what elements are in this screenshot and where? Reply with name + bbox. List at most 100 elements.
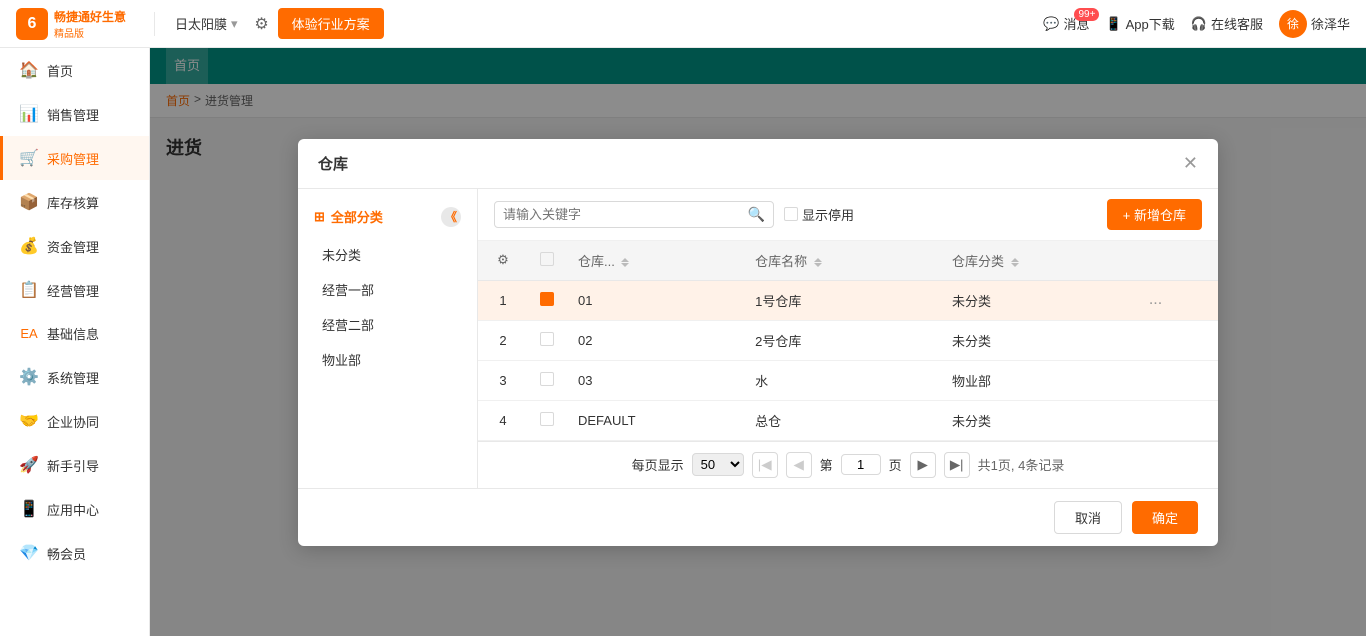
- sidebar-item-guide[interactable]: 🚀 新手引导: [0, 443, 149, 487]
- modal-header: 仓库 ✕: [298, 139, 1218, 189]
- row-category: 未分类: [940, 400, 1137, 440]
- row-checkbox-cell[interactable]: [528, 400, 566, 440]
- sidebar-item-purchase[interactable]: 🛒 采购管理: [0, 136, 149, 180]
- row-checkbox[interactable]: [540, 372, 554, 386]
- inventory-icon: 📦: [19, 192, 39, 212]
- user-item[interactable]: 徐 徐泽华: [1279, 10, 1350, 38]
- table-header: ⚙ 仓库... 仓库名称: [478, 241, 1218, 281]
- modal-footer: 取消 确定: [298, 488, 1218, 546]
- sidebar-item-operations[interactable]: 📋 经营管理: [0, 268, 149, 312]
- avatar: 徐: [1279, 10, 1307, 38]
- add-warehouse-button[interactable]: + 新增仓库: [1107, 199, 1202, 230]
- settings-icon[interactable]: ⚙: [246, 8, 278, 40]
- online-service-item[interactable]: 🎧 在线客服: [1191, 14, 1263, 33]
- next-page-button[interactable]: ▶: [910, 452, 936, 478]
- table: ⚙ 仓库... 仓库名称: [478, 241, 1218, 441]
- logo: 6 畅捷通好生意 精品版: [16, 8, 126, 40]
- modal-category-sidebar: ⊞ 全部分类 《 未分类 经营一部 经营二部: [298, 189, 478, 488]
- sidebar-item-app[interactable]: 📱 应用中心: [0, 487, 149, 531]
- show-disabled-label[interactable]: 显示停用: [784, 205, 854, 224]
- guide-icon: 🚀: [19, 455, 39, 475]
- th-name-label: 仓库名称: [755, 254, 807, 269]
- header: 6 畅捷通好生意 精品版 日太阳膜 ▾ ⚙ 体验行业方案 💬 消息 99+ 📱 …: [0, 0, 1366, 48]
- cancel-button[interactable]: 取消: [1054, 501, 1122, 534]
- category-label-property: 物业部: [322, 353, 361, 368]
- row-num: 2: [478, 320, 528, 360]
- category-item-property[interactable]: 物业部: [298, 342, 477, 377]
- notifications-item[interactable]: 💬 消息 99+: [1043, 14, 1089, 33]
- category-item-unclassified[interactable]: 未分类: [298, 237, 477, 272]
- row-checkbox[interactable]: [540, 332, 554, 346]
- sidebar-item-member[interactable]: 💎 畅会员: [0, 531, 149, 575]
- sidebar-label-system: 系统管理: [47, 368, 99, 387]
- collapse-button[interactable]: 《: [441, 207, 461, 227]
- logo-icon: 6: [16, 8, 48, 40]
- modal-title: 仓库: [318, 153, 348, 174]
- store-selector[interactable]: 日太阳膜 ▾: [167, 10, 246, 37]
- more-actions-button[interactable]: ...: [1149, 291, 1162, 308]
- table-row[interactable]: 2 02 2号仓库 未分类: [478, 320, 1218, 360]
- th-code: 仓库...: [566, 241, 743, 281]
- sidebar-label-member: 畅会员: [47, 544, 86, 563]
- search-input-wrap[interactable]: 🔍: [494, 201, 774, 228]
- sidebar-item-basic-info[interactable]: EA 基础信息: [0, 312, 149, 355]
- row-checkbox[interactable]: [540, 292, 554, 306]
- sidebar-item-sales[interactable]: 📊 销售管理: [0, 92, 149, 136]
- sidebar-item-inventory[interactable]: 📦 库存核算: [0, 180, 149, 224]
- modal-category-header[interactable]: ⊞ 全部分类 《: [298, 197, 477, 237]
- th-category-label: 仓库分类: [952, 254, 1004, 269]
- row-category: 未分类: [940, 320, 1137, 360]
- sidebar-item-system[interactable]: ⚙️ 系统管理: [0, 355, 149, 399]
- sidebar-item-finance[interactable]: 💰 资金管理: [0, 224, 149, 268]
- main-layout: 🏠 首页 📊 销售管理 🛒 采购管理 📦 库存核算 💰 资金管理 📋 经营管理 …: [0, 48, 1366, 636]
- show-disabled-checkbox[interactable]: [784, 207, 798, 221]
- warehouse-table: ⚙ 仓库... 仓库名称: [478, 241, 1218, 441]
- row-checkbox-cell[interactable]: [528, 280, 566, 320]
- category-label-dept2: 经营二部: [322, 318, 374, 333]
- page-size-dropdown[interactable]: 50 100: [692, 453, 744, 476]
- trial-button[interactable]: 体验行业方案: [278, 8, 384, 39]
- table-row[interactable]: 4 DEFAULT 总仓 未分类: [478, 400, 1218, 440]
- row-checkbox-cell[interactable]: [528, 360, 566, 400]
- sidebar-item-enterprise[interactable]: 🤝 企业协同: [0, 399, 149, 443]
- first-page-button[interactable]: |◀: [752, 452, 778, 478]
- row-category: 物业部: [940, 360, 1137, 400]
- row-checkbox[interactable]: [540, 412, 554, 426]
- category-item-dept1[interactable]: 经营一部: [298, 272, 477, 307]
- sidebar-label-home: 首页: [47, 61, 73, 80]
- sidebar-label-purchase: 采购管理: [47, 149, 99, 168]
- sidebar-label-sales: 销售管理: [47, 105, 99, 124]
- sidebar-label-guide: 新手引导: [47, 456, 99, 475]
- sidebar-label-finance: 资金管理: [47, 237, 99, 256]
- select-all-checkbox[interactable]: [540, 252, 554, 266]
- logo-badge: 精品版: [54, 25, 126, 40]
- sidebar-item-home[interactable]: 🏠 首页: [0, 48, 149, 92]
- row-name: 总仓: [743, 400, 940, 440]
- modal-toolbar: 🔍 显示停用 + 新增仓库: [478, 189, 1218, 241]
- page-size-select[interactable]: 50 100: [692, 453, 744, 476]
- system-icon: ⚙️: [19, 367, 39, 387]
- table-header-row: ⚙ 仓库... 仓库名称: [478, 241, 1218, 281]
- gear-icon: ⚙: [497, 252, 509, 267]
- category-label-unclassified: 未分类: [322, 248, 361, 263]
- table-row[interactable]: 1 01 1号仓库 未分类 ...: [478, 280, 1218, 320]
- table-row[interactable]: 3 03 水 物业部: [478, 360, 1218, 400]
- search-input[interactable]: [503, 207, 742, 222]
- category-label-dept1: 经营一部: [322, 283, 374, 298]
- confirm-button[interactable]: 确定: [1132, 501, 1198, 534]
- search-icon[interactable]: 🔍: [748, 206, 765, 223]
- logo-text-wrap: 畅捷通好生意 精品版: [54, 8, 126, 40]
- member-icon: 💎: [19, 543, 39, 563]
- phone-icon: 📱: [1105, 16, 1121, 32]
- prev-page-button[interactable]: ◀: [786, 452, 812, 478]
- per-page-label: 每页显示: [632, 455, 684, 474]
- modal-close-button[interactable]: ✕: [1183, 153, 1198, 174]
- category-item-dept2[interactable]: 经营二部: [298, 307, 477, 342]
- row-actions: [1137, 360, 1218, 400]
- row-checkbox-cell[interactable]: [528, 320, 566, 360]
- basic-info-icon: EA: [19, 326, 39, 341]
- app-download-item[interactable]: 📱 App下载: [1105, 14, 1174, 33]
- last-page-button[interactable]: ▶|: [944, 452, 970, 478]
- row-name: 2号仓库: [743, 320, 940, 360]
- page-number-input[interactable]: [841, 454, 881, 475]
